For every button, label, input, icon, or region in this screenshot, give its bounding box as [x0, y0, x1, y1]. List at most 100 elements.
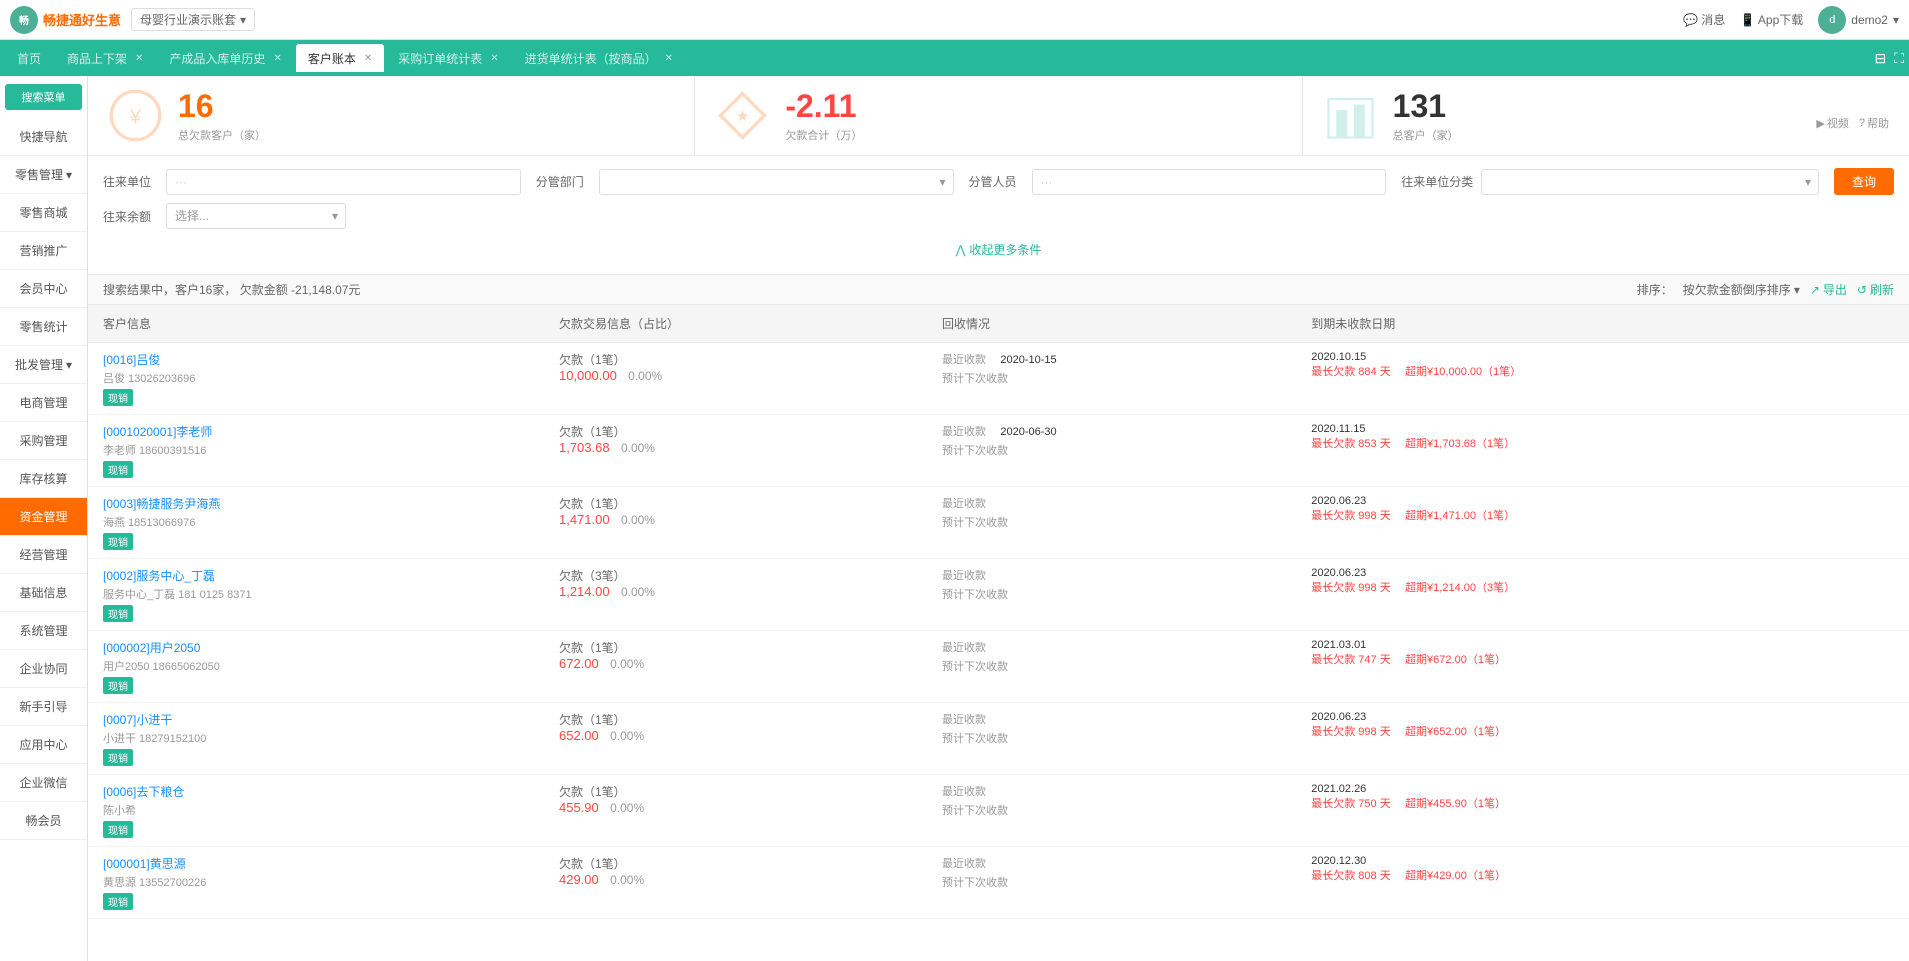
customer-name-5[interactable]: [0007]小进干 — [103, 711, 529, 728]
sidebar-operations-label: 经营管理 — [19, 548, 67, 562]
filter-dept-select[interactable] — [599, 169, 954, 195]
filter-unit-category-select[interactable] — [1481, 169, 1819, 195]
overdue-link-5[interactable]: 超期¥652.00（1笔） — [1405, 726, 1506, 738]
sidebar-item-basic-info[interactable]: 基础信息 — [0, 574, 87, 612]
filter-balance-label: 往来余额 — [103, 208, 158, 225]
collect-label-1: 最近收款 — [942, 426, 986, 438]
table-row: [0001020001]李老师 李老师 18600391516 现销 欠款（1笔… — [88, 415, 1909, 487]
retail-mgmt-arrow-icon: ▾ — [66, 168, 72, 182]
sidebar-item-app-center[interactable]: 应用中心 — [0, 726, 87, 764]
col-collection: 回收情况 — [927, 305, 1296, 343]
overdue-link-7[interactable]: 超期¥429.00（1笔） — [1405, 870, 1506, 882]
customer-name-2[interactable]: [0003]畅捷服务尹海燕 — [103, 495, 529, 512]
tab-purchase-order-close[interactable]: ✕ — [490, 53, 498, 64]
sidebar-capital-label: 资金管理 — [19, 510, 67, 524]
cell-debt-2: 欠款（1笔） 1,471.00 0.00% — [544, 487, 927, 559]
filter-area: 往来单位 ··· 分管部门 ▾ 分管人员 · — [88, 156, 1909, 275]
sidebar-item-retail-stats[interactable]: 零售统计 — [0, 308, 87, 346]
chevron-down-icon: ▾ — [240, 13, 246, 27]
debt-amount-value-6: 455.90 — [559, 800, 599, 815]
sidebar-item-new-guide[interactable]: 新手引导 — [0, 688, 87, 726]
tab-product-history[interactable]: 产成品入库单历史 ✕ — [157, 44, 293, 72]
sidebar-item-stock[interactable]: 库存核算 — [0, 460, 87, 498]
filter-balance-select[interactable]: 选择... — [166, 203, 346, 229]
customer-table: 客户信息 欠款交易信息（占比） 回收情况 到期未收款日期 [0016]吕俊 吕俊… — [88, 305, 1909, 919]
tab-customer-account[interactable]: 客户账本 ✕ — [296, 44, 384, 72]
sidebar-item-quick-nav[interactable]: 快捷导航 — [0, 118, 87, 156]
export-btn[interactable]: ↗ 导出 — [1810, 281, 1847, 298]
filter-unit-category-wrapper: ▾ — [1481, 169, 1819, 195]
sidebar-retail-store-label: 零售商城 — [19, 206, 67, 220]
customer-phone-3: 服务中心_丁磊 181 0125 8371 — [103, 586, 529, 602]
tab-customer-account-close[interactable]: ✕ — [364, 53, 372, 64]
collapse-btn[interactable]: ⋀ 收起更多条件 — [103, 237, 1894, 262]
tab-minimize-icon[interactable]: ⊟ — [1874, 50, 1886, 67]
overdue-link-0[interactable]: 超期¥10,000.00（1笔） — [1405, 366, 1521, 378]
filter-person-input[interactable]: ··· — [1032, 169, 1387, 195]
sidebar-item-retail-mgmt[interactable]: 零售管理 ▾ — [0, 156, 87, 194]
sidebar-item-member-center[interactable]: 会员中心 — [0, 270, 87, 308]
customer-name-3[interactable]: [0002]服务中心_丁磊 — [103, 567, 529, 584]
table-body: [0016]吕俊 吕俊 13026203696 现销 欠款（1笔） 10,000… — [88, 343, 1909, 919]
tab-import-stats-close[interactable]: ✕ — [665, 53, 673, 64]
username: demo2 — [1851, 13, 1888, 27]
overdue-link-2[interactable]: 超期¥1,471.00（1笔） — [1405, 510, 1515, 522]
overdue-days-4: 最长欠款 747 天 — [1311, 654, 1401, 666]
customer-name-1[interactable]: [0001020001]李老师 — [103, 423, 529, 440]
sidebar-item-ecommerce[interactable]: 电商管理 — [0, 384, 87, 422]
customer-name-0[interactable]: [0016]吕俊 — [103, 351, 529, 368]
stat-total-info: 131 总客户（家） — [1393, 88, 1459, 143]
sidebar-search-btn[interactable]: 搜索菜单 — [5, 84, 82, 110]
tab-purchase-order-label: 采购订单统计表 — [398, 50, 482, 67]
tab-home[interactable]: 首页 — [5, 44, 53, 72]
app-download-btn[interactable]: 📱 App下载 — [1740, 11, 1803, 28]
refresh-icon: ↺ — [1857, 283, 1867, 297]
video-btn[interactable]: ▶ 视频 — [1816, 115, 1848, 131]
debt-count-0: 欠款（1笔） — [559, 351, 912, 368]
sidebar-item-operations[interactable]: 经营管理 — [0, 536, 87, 574]
user-avatar: d — [1818, 6, 1846, 34]
refresh-btn[interactable]: ↺ 刷新 — [1857, 281, 1894, 298]
help-btn[interactable]: ? 帮助 — [1859, 115, 1889, 131]
stat-debt-number: 16 — [178, 88, 266, 125]
industry-selector[interactable]: 母婴行业演示账套 ▾ — [131, 8, 255, 31]
overdue-link-6[interactable]: 超期¥455.90（1笔） — [1405, 798, 1506, 810]
sidebar-item-retail-store[interactable]: 零售商城 — [0, 194, 87, 232]
sidebar-item-batch-mgmt[interactable]: 批发管理 ▾ — [0, 346, 87, 384]
tab-product-offline[interactable]: 商品上下架 ✕ — [55, 44, 155, 72]
customer-name-4[interactable]: [000002]用户2050 — [103, 639, 529, 656]
overdue-link-3[interactable]: 超期¥1,214.00（3笔） — [1405, 582, 1515, 594]
sidebar-item-marketing[interactable]: 营销推广 — [0, 232, 87, 270]
overdue-link-4[interactable]: 超期¥672.00（1笔） — [1405, 654, 1506, 666]
tab-product-history-close[interactable]: ✕ — [273, 53, 281, 64]
collect-label-3: 最近收款 — [942, 570, 986, 582]
user-area[interactable]: d demo2 ▾ — [1818, 6, 1899, 34]
sidebar-item-capital[interactable]: 资金管理 — [0, 498, 87, 536]
cell-collection-1: 最近收款 2020-06-30 预计下次收款 — [927, 415, 1296, 487]
tab-import-stats[interactable]: 进货单统计表（按商品） ✕ — [513, 44, 685, 72]
sidebar-item-enterprise-coop[interactable]: 企业协同 — [0, 650, 87, 688]
sidebar-item-purchase[interactable]: 采购管理 — [0, 422, 87, 460]
filter-source-unit-input[interactable]: ··· — [166, 169, 521, 195]
debt-percent-7: 0.00% — [610, 873, 644, 887]
cell-customer-info-7: [000001]黄思源 黄思源 13552700226 现销 — [88, 847, 544, 919]
help-icon: ? — [1859, 117, 1865, 129]
tab-product-offline-close[interactable]: ✕ — [135, 53, 143, 64]
customer-name-7[interactable]: [000001]黄思源 — [103, 855, 529, 872]
debt-amount-2: 1,471.00 0.00% — [559, 512, 912, 527]
sidebar-item-member-vip[interactable]: 畅会员 — [0, 802, 87, 840]
stat-debt-amount-icon: ★ — [715, 88, 770, 143]
message-icon[interactable]: 💬 消息 — [1683, 11, 1725, 28]
sidebar-item-system[interactable]: 系统管理 — [0, 612, 87, 650]
sidebar-item-enterprise-wx[interactable]: 企业微信 — [0, 764, 87, 802]
tab-expand-icon[interactable]: ⛶ — [1894, 50, 1904, 67]
tab-purchase-order[interactable]: 采购订单统计表 ✕ — [386, 44, 510, 72]
customer-name-6[interactable]: [0006]去下粮仓 — [103, 783, 529, 800]
customer-tag-6: 现销 — [103, 821, 133, 838]
sort-selector[interactable]: 按欠款金额倒序排序 ▾ — [1683, 281, 1800, 298]
search-button[interactable]: 查询 — [1834, 168, 1894, 195]
sort-area: 排序： 按欠款金额倒序排序 ▾ ↗ 导出 ↺ 刷新 — [1637, 281, 1894, 298]
stat-amount-number: -2.11 — [785, 88, 862, 125]
debt-amount-1: 1,703.68 0.00% — [559, 440, 912, 455]
overdue-link-1[interactable]: 超期¥1,703.68（1笔） — [1405, 438, 1515, 450]
